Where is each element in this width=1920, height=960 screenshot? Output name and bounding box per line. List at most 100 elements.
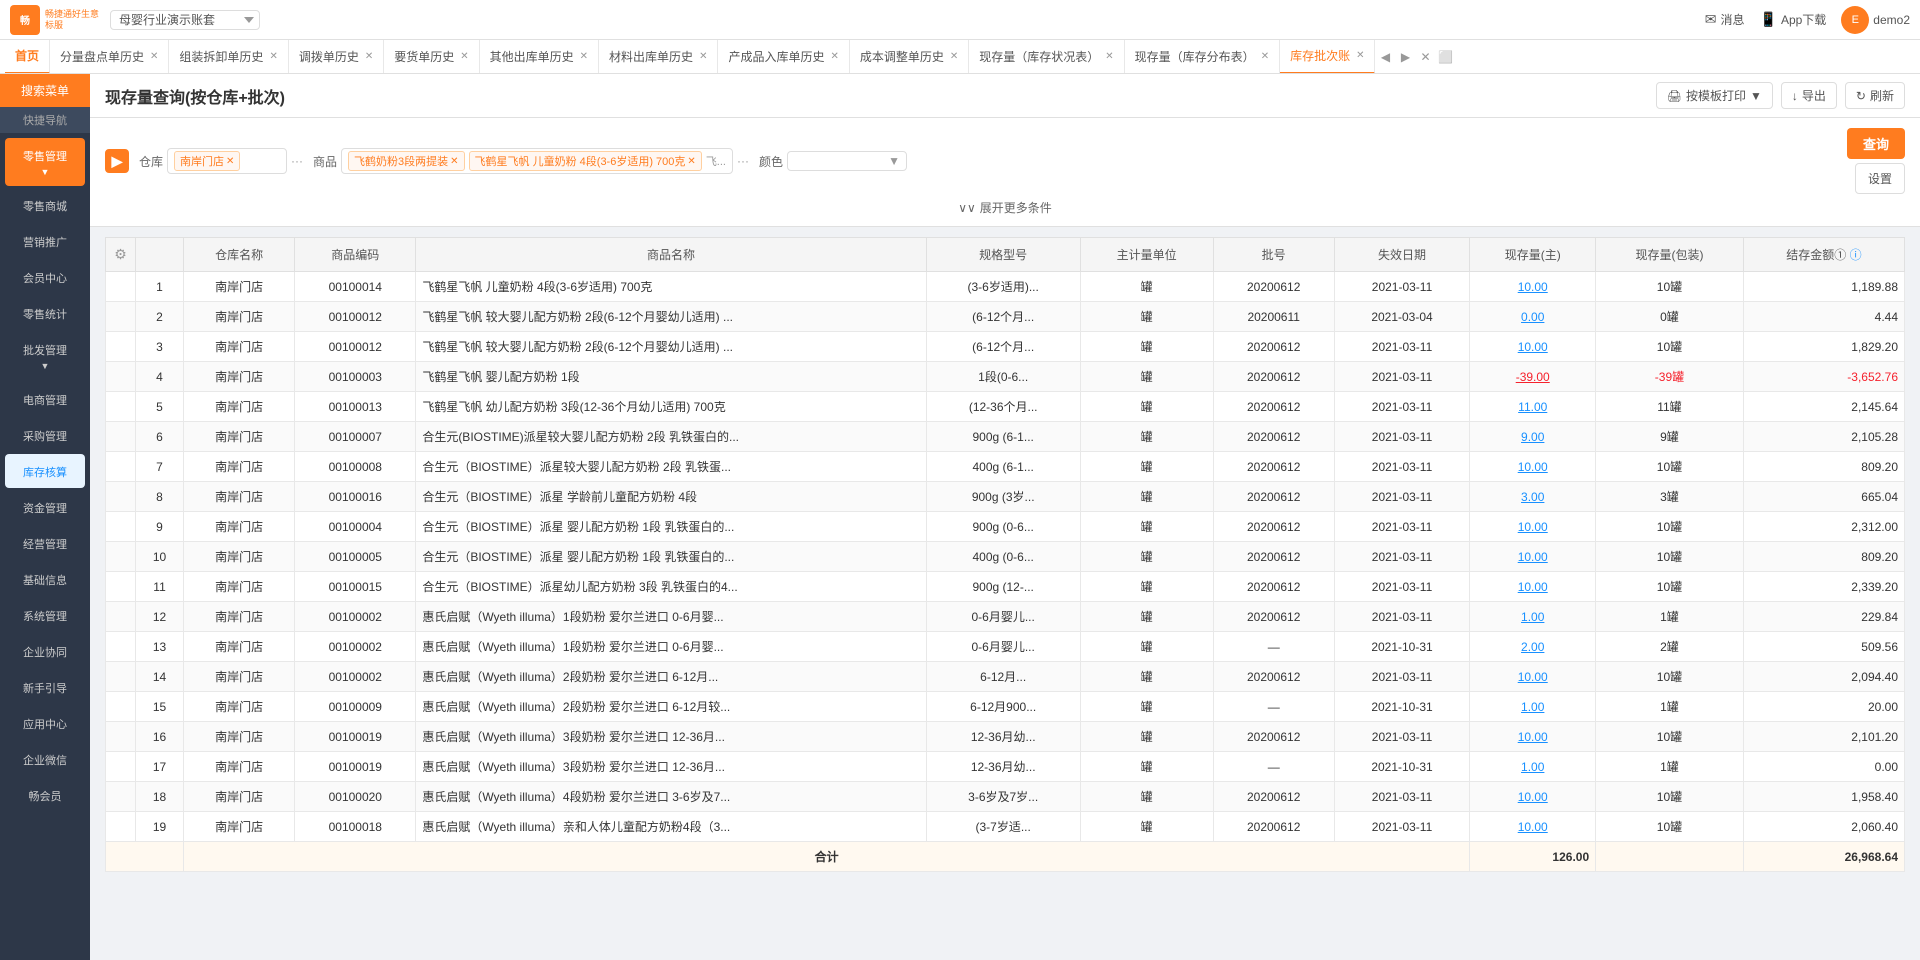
- sidebar-item-ecommerce[interactable]: 电商管理: [5, 382, 85, 416]
- print-button[interactable]: 🖨 按模板打印 ▼: [1656, 82, 1773, 109]
- tab-close-mix-history[interactable]: ✕: [365, 51, 373, 62]
- warehouse-tag-close-0[interactable]: ✕: [226, 156, 234, 167]
- tab-mix-history[interactable]: 调拨单历史 ✕: [289, 40, 384, 74]
- cell-settings-17: [106, 782, 136, 812]
- cell-qty-main-9[interactable]: 10.00: [1470, 542, 1596, 572]
- cell-qty-main-4[interactable]: 11.00: [1470, 392, 1596, 422]
- app-download-button[interactable]: 📱 App下载: [1760, 11, 1827, 28]
- query-button[interactable]: 查询: [1847, 128, 1905, 159]
- warehouse-tag-container[interactable]: 南岸门店 ✕: [167, 148, 287, 174]
- cell-qty-main-5[interactable]: 9.00: [1470, 422, 1596, 452]
- tab-close-requisition-history[interactable]: ✕: [460, 51, 468, 62]
- cell-balance-6: 809.20: [1743, 452, 1904, 482]
- sidebar-item-operations[interactable]: 经营管理: [5, 526, 85, 560]
- sidebar-search-button[interactable]: 搜索菜单: [0, 74, 90, 107]
- tab-home[interactable]: 首页: [5, 40, 50, 74]
- cell-balance-11: 229.84: [1743, 602, 1904, 632]
- cell-qty-main-0[interactable]: 10.00: [1470, 272, 1596, 302]
- table-row: 16 南岸门店 00100019 惠氏启赋（Wyeth illuma）3段奶粉 …: [106, 722, 1905, 752]
- color-tag-container[interactable]: ▼: [787, 151, 907, 171]
- sidebar-item-finance[interactable]: 资金管理: [5, 490, 85, 524]
- cell-batch-6: 20200612: [1213, 452, 1334, 482]
- product-tag-container[interactable]: 飞鹤奶粉3段两提装 ✕ 飞鹤星飞帆 儿童奶粉 4段(3-6岁适用) 700克 ✕…: [341, 148, 733, 174]
- cell-qty-main-1[interactable]: 0.00: [1470, 302, 1596, 332]
- sidebar-item-base[interactable]: 基础信息: [5, 562, 85, 596]
- cell-name-9: 合生元（BIOSTIME）派星 婴儿配方奶粉 1段 乳铁蛋白的...: [416, 542, 926, 572]
- user-profile[interactable]: E demo2: [1841, 6, 1910, 34]
- export-button[interactable]: ↓ 导出: [1781, 82, 1837, 109]
- cell-batch-16: —: [1213, 752, 1334, 782]
- sidebar-item-inventory[interactable]: 库存核算: [5, 454, 85, 488]
- cell-qty-main-7[interactable]: 3.00: [1470, 482, 1596, 512]
- cell-qty-main-17[interactable]: 10.00: [1470, 782, 1596, 812]
- tab-close-material-out-history[interactable]: ✕: [699, 51, 707, 62]
- cell-qty-main-14[interactable]: 1.00: [1470, 692, 1596, 722]
- sidebar-item-wholesale[interactable]: 批发管理 ▼: [5, 332, 85, 380]
- sidebar-wholesale-arrow: ▼: [41, 361, 50, 371]
- sidebar-quick-nav[interactable]: 快捷导航: [0, 107, 90, 133]
- message-button[interactable]: ✉ 消息: [1705, 11, 1745, 28]
- color-dropdown-button[interactable]: ▼: [888, 154, 900, 168]
- settings-button[interactable]: 设置: [1855, 163, 1905, 194]
- sidebar-item-wechat[interactable]: 企业微信: [5, 742, 85, 776]
- cell-warehouse-17: 南岸门店: [184, 782, 295, 812]
- cell-qty-main-3[interactable]: -39.00: [1470, 362, 1596, 392]
- tab-inventory-status[interactable]: 现存量（库存状况表） ✕: [969, 40, 1124, 74]
- footer-qty-pkg-empty: [1596, 842, 1744, 872]
- tab-close-inventory-status[interactable]: ✕: [1105, 51, 1113, 62]
- product-tag-close-0[interactable]: ✕: [450, 156, 458, 167]
- refresh-button[interactable]: ↻ 刷新: [1845, 82, 1905, 109]
- cell-qty-main-13[interactable]: 10.00: [1470, 662, 1596, 692]
- tab-close-disassembly-history[interactable]: ✕: [269, 51, 277, 62]
- sidebar-item-apps[interactable]: 应用中心: [5, 706, 85, 740]
- settings-icon[interactable]: ⚙: [114, 246, 127, 262]
- cell-qty-main-8[interactable]: 10.00: [1470, 512, 1596, 542]
- th-settings[interactable]: ⚙: [106, 238, 136, 272]
- cell-qty-main-12[interactable]: 2.00: [1470, 632, 1596, 662]
- sidebar-item-guide[interactable]: 新手引导: [5, 670, 85, 704]
- tab-close-product-in-history[interactable]: ✕: [830, 51, 838, 62]
- cell-qty-main-15[interactable]: 10.00: [1470, 722, 1596, 752]
- sidebar-item-system[interactable]: 系统管理: [5, 598, 85, 632]
- cell-qty-main-11[interactable]: 1.00: [1470, 602, 1596, 632]
- tab-close-all[interactable]: ✕: [1415, 40, 1435, 74]
- tab-close-batch-order[interactable]: ✕: [1356, 50, 1364, 61]
- tab-nav-next[interactable]: ▶: [1395, 40, 1415, 74]
- tab-close-other-out-history[interactable]: ✕: [580, 51, 588, 62]
- tab-requisition-history[interactable]: 要货单历史 ✕: [384, 40, 479, 74]
- product-more-icon: ···: [737, 154, 749, 168]
- product-tag-close-1[interactable]: ✕: [687, 156, 695, 167]
- sidebar-item-enterprise[interactable]: 企业协同: [5, 634, 85, 668]
- tab-other-out-history[interactable]: 其他出库单历史 ✕: [480, 40, 599, 74]
- tab-close-inventory-dist[interactable]: ✕: [1261, 51, 1269, 62]
- filter-expand-button[interactable]: ▶: [105, 149, 129, 173]
- cell-qty-main-6[interactable]: 10.00: [1470, 452, 1596, 482]
- sidebar-item-member2[interactable]: 畅会员: [5, 778, 85, 812]
- breadcrumb-select[interactable]: 母婴行业演示账套: [110, 10, 260, 30]
- sidebar-item-retail-shop[interactable]: 零售商城: [5, 188, 85, 222]
- tab-material-out-history[interactable]: 材料出库单历史 ✕: [599, 40, 718, 74]
- sidebar-item-retail[interactable]: 零售管理 ▼: [5, 138, 85, 186]
- cell-qty-main-16[interactable]: 1.00: [1470, 752, 1596, 782]
- tab-inventory-dist[interactable]: 现存量（库存分布表） ✕: [1125, 40, 1280, 74]
- tab-close-split-stock-history[interactable]: ✕: [150, 51, 158, 62]
- sidebar-item-purchase[interactable]: 采购管理: [5, 418, 85, 452]
- cell-balance-8: 2,312.00: [1743, 512, 1904, 542]
- cell-code-5: 00100007: [295, 422, 416, 452]
- cell-expiry-3: 2021-03-11: [1334, 362, 1470, 392]
- tab-cost-adjust-history[interactable]: 成本调整单历史 ✕: [850, 40, 969, 74]
- tab-product-in-history[interactable]: 产成品入库单历史 ✕: [718, 40, 849, 74]
- expand-more-button[interactable]: ∨∨ 展开更多条件: [105, 199, 1905, 216]
- tab-close-cost-adjust-history[interactable]: ✕: [950, 51, 958, 62]
- cell-qty-main-18[interactable]: 10.00: [1470, 812, 1596, 842]
- tab-maximize[interactable]: ⬜: [1435, 40, 1455, 74]
- sidebar-item-member[interactable]: 会员中心: [5, 260, 85, 294]
- cell-qty-main-2[interactable]: 10.00: [1470, 332, 1596, 362]
- sidebar-item-marketing[interactable]: 营销推广: [5, 224, 85, 258]
- tab-nav-prev[interactable]: ◀: [1375, 40, 1395, 74]
- cell-qty-main-10[interactable]: 10.00: [1470, 572, 1596, 602]
- tab-split-stock-history[interactable]: 分量盘点单历史 ✕: [50, 40, 169, 74]
- sidebar-item-retail-stats[interactable]: 零售统计: [5, 296, 85, 330]
- tab-batch-order[interactable]: 库存批次账 ✕: [1280, 40, 1375, 74]
- tab-disassembly-history[interactable]: 组装拆卸单历史 ✕: [169, 40, 288, 74]
